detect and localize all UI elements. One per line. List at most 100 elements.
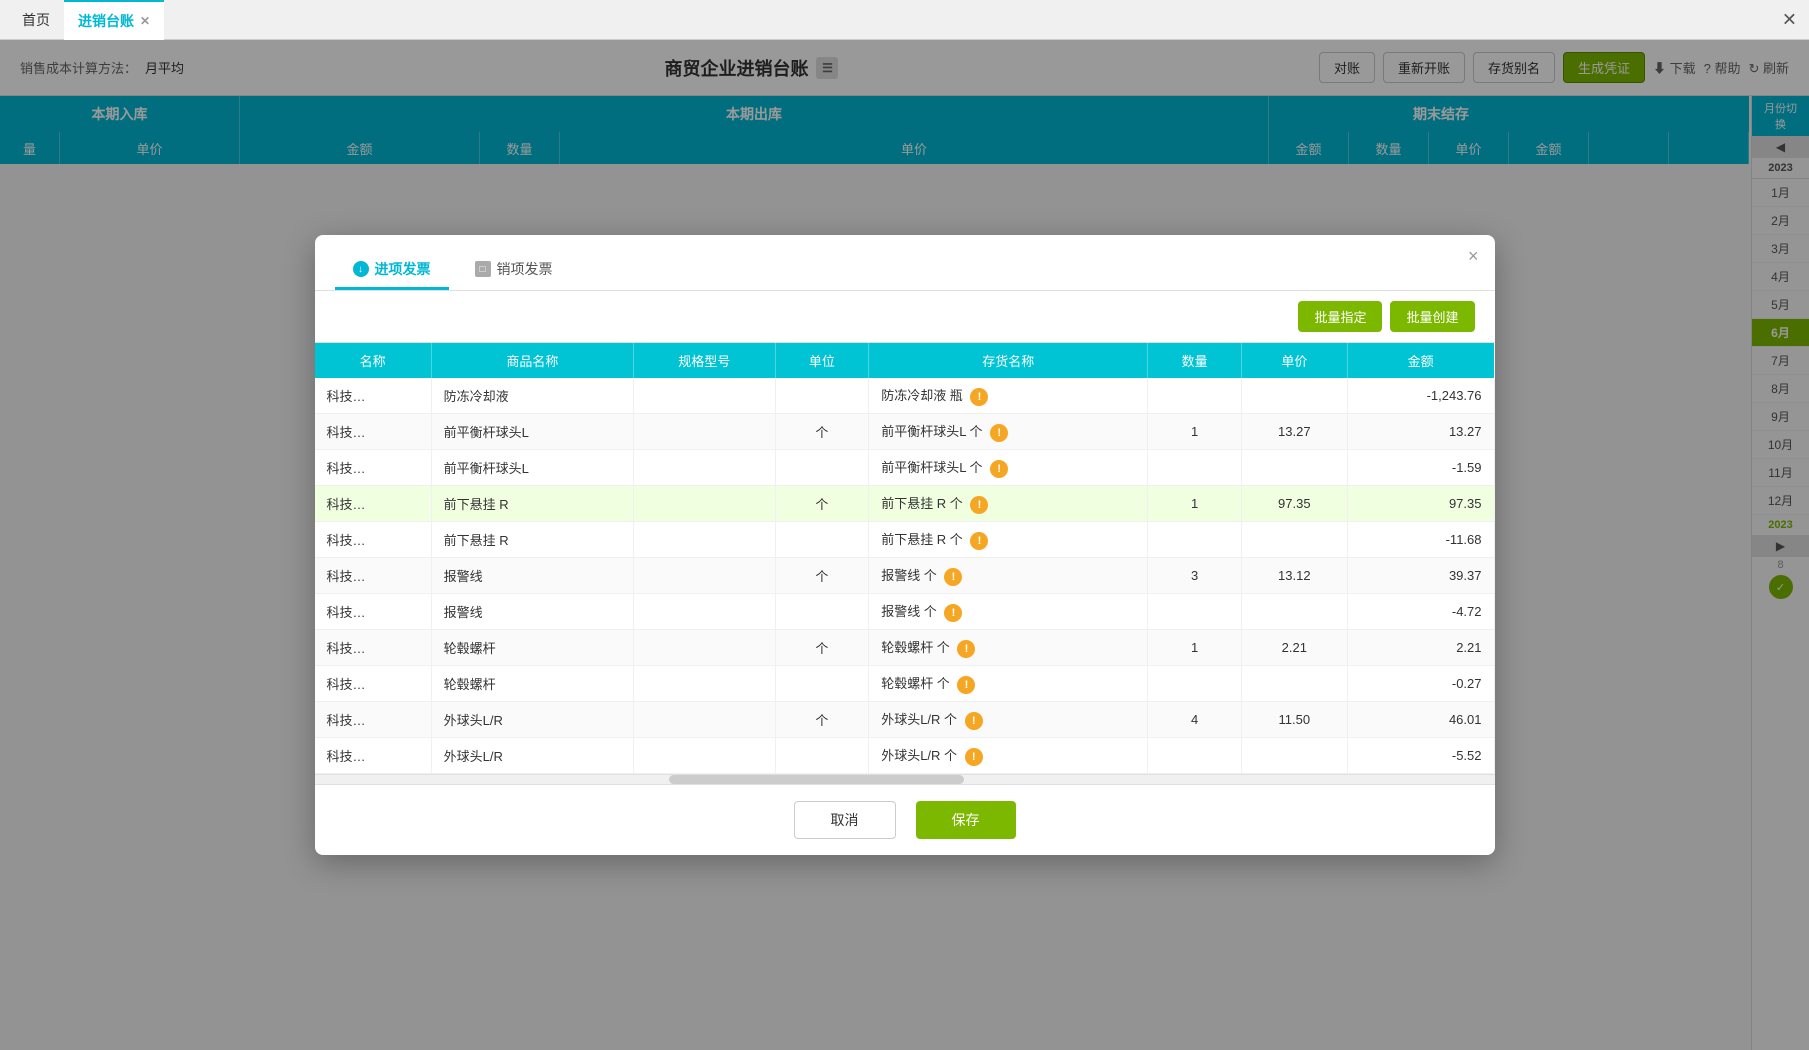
warning-icon: ! [970, 532, 988, 550]
cell-unit: 个 [775, 486, 869, 522]
dialog: ↓ 进项发票 □ 销项发票 × 批量指定 批量创建 名称 [315, 235, 1495, 855]
cell-spec [634, 450, 775, 486]
cell-price: 97.35 [1241, 486, 1347, 522]
warning-icon: ! [965, 712, 983, 730]
table-row: 科技… 报警线 报警线 个 ! -4.72 [315, 594, 1495, 630]
warning-icon: ! [990, 424, 1008, 442]
cell-price [1241, 738, 1347, 774]
batch-assign-button[interactable]: 批量指定 [1298, 301, 1382, 332]
warning-icon: ! [944, 568, 962, 586]
dialog-scrollbar-thumb [669, 775, 964, 784]
cell-name: 科技… [315, 450, 432, 486]
cell-goods: 前平衡杆球头L [431, 450, 633, 486]
cell-amount: 13.27 [1347, 414, 1494, 450]
cell-unit: 个 [775, 558, 869, 594]
cell-unit: 个 [775, 702, 869, 738]
cell-goods: 防冻冷却液 [431, 378, 633, 414]
cell-name: 科技… [315, 378, 432, 414]
cell-name: 科技… [315, 522, 432, 558]
cell-price: 13.27 [1241, 414, 1347, 450]
table-row: 科技… 轮毂螺杆 个 轮毂螺杆 个 ! 1 2.21 2.21 [315, 630, 1495, 666]
cell-price: 13.12 [1241, 558, 1347, 594]
dialog-scrollbar[interactable] [315, 774, 1495, 784]
cell-price [1241, 522, 1347, 558]
cell-stock: 轮毂螺杆 个 ! [869, 630, 1148, 666]
cell-spec [634, 666, 775, 702]
col-price: 单价 [1241, 343, 1347, 378]
cell-qty: 3 [1148, 558, 1242, 594]
warning-icon: ! [957, 640, 975, 658]
cell-spec [634, 702, 775, 738]
cell-qty [1148, 666, 1242, 702]
table-header-row: 名称 商品名称 规格型号 单位 存货名称 数量 单价 金额 [315, 343, 1495, 378]
tab-bar: 首页 进销台账 ✕ ✕ [0, 0, 1809, 40]
cell-amount: -1,243.76 [1347, 378, 1494, 414]
cell-goods: 前下悬挂 R [431, 486, 633, 522]
cell-stock: 轮毂螺杆 个 ! [869, 666, 1148, 702]
tab-home[interactable]: 首页 [8, 0, 64, 40]
cell-unit [775, 378, 869, 414]
cell-price [1241, 450, 1347, 486]
cell-stock: 前下悬挂 R 个 ! [869, 486, 1148, 522]
col-stock: 存货名称 [869, 343, 1148, 378]
cell-spec [634, 594, 775, 630]
input-invoice-icon: ↓ [353, 261, 369, 277]
cell-amount: 39.37 [1347, 558, 1494, 594]
tab-input-invoice[interactable]: ↓ 进项发票 [335, 251, 449, 290]
cell-spec [634, 486, 775, 522]
table-row: 科技… 前下悬挂 R 前下悬挂 R 个 ! -11.68 [315, 522, 1495, 558]
table-row: 科技… 前下悬挂 R 个 前下悬挂 R 个 ! 1 97.35 97.35 [315, 486, 1495, 522]
cell-goods: 外球头L/R [431, 738, 633, 774]
cell-stock: 外球头L/R 个 ! [869, 738, 1148, 774]
cell-qty: 4 [1148, 702, 1242, 738]
table-row: 科技… 防冻冷却液 防冻冷却液 瓶 ! -1,243.76 [315, 378, 1495, 414]
col-unit: 单位 [775, 343, 869, 378]
cell-price: 11.50 [1241, 702, 1347, 738]
cell-goods: 报警线 [431, 558, 633, 594]
cell-goods: 轮毂螺杆 [431, 630, 633, 666]
warning-icon: ! [990, 460, 1008, 478]
cell-qty [1148, 594, 1242, 630]
dialog-table-wrap[interactable]: 名称 商品名称 规格型号 单位 存货名称 数量 单价 金额 科技… 防冻冷却液 [315, 342, 1495, 774]
cell-name: 科技… [315, 486, 432, 522]
cell-name: 科技… [315, 558, 432, 594]
cell-stock: 前下悬挂 R 个 ! [869, 522, 1148, 558]
cell-qty: 1 [1148, 630, 1242, 666]
cell-amount: -1.59 [1347, 450, 1494, 486]
table-row: 科技… 前平衡杆球头L 前平衡杆球头L 个 ! -1.59 [315, 450, 1495, 486]
tab-input-invoice-label: 进项发票 [375, 259, 431, 279]
tab-ledger[interactable]: 进销台账 ✕ [64, 0, 164, 40]
cell-goods: 外球头L/R [431, 702, 633, 738]
cell-unit [775, 666, 869, 702]
cell-unit: 个 [775, 414, 869, 450]
table-row: 科技… 报警线 个 报警线 个 ! 3 13.12 39.37 [315, 558, 1495, 594]
cell-name: 科技… [315, 630, 432, 666]
save-button[interactable]: 保存 [916, 801, 1016, 839]
cell-qty [1148, 378, 1242, 414]
table-row: 科技… 前平衡杆球头L 个 前平衡杆球头L 个 ! 1 13.27 13.27 [315, 414, 1495, 450]
col-spec: 规格型号 [634, 343, 775, 378]
dialog-header: ↓ 进项发票 □ 销项发票 × [315, 235, 1495, 291]
cell-name: 科技… [315, 414, 432, 450]
dialog-close-button[interactable]: × [1468, 247, 1479, 265]
cell-qty [1148, 450, 1242, 486]
window-close-button[interactable]: ✕ [1782, 9, 1797, 30]
cell-spec [634, 378, 775, 414]
overlay: ↓ 进项发票 □ 销项发票 × 批量指定 批量创建 名称 [0, 40, 1809, 1050]
tab-ledger-close[interactable]: ✕ [140, 14, 150, 28]
tab-ledger-label: 进销台账 [78, 11, 134, 31]
cell-amount: -4.72 [1347, 594, 1494, 630]
tab-output-invoice[interactable]: □ 销项发票 [457, 251, 571, 290]
main-area: 销售成本计算方法： 月平均 商贸企业进销台账 ☰ 对账 重新开账 存货别名 生成… [0, 40, 1809, 1050]
tab-home-label: 首页 [22, 10, 50, 30]
cell-spec [634, 630, 775, 666]
cell-spec [634, 414, 775, 450]
cell-goods: 前平衡杆球头L [431, 414, 633, 450]
table-row: 科技… 轮毂螺杆 轮毂螺杆 个 ! -0.27 [315, 666, 1495, 702]
invoice-table: 名称 商品名称 规格型号 单位 存货名称 数量 单价 金额 科技… 防冻冷却液 [315, 343, 1495, 774]
cell-spec [634, 558, 775, 594]
table-row: 科技… 外球头L/R 外球头L/R 个 ! -5.52 [315, 738, 1495, 774]
cancel-button[interactable]: 取消 [794, 801, 896, 839]
batch-create-button[interactable]: 批量创建 [1390, 301, 1474, 332]
cell-qty: 1 [1148, 414, 1242, 450]
